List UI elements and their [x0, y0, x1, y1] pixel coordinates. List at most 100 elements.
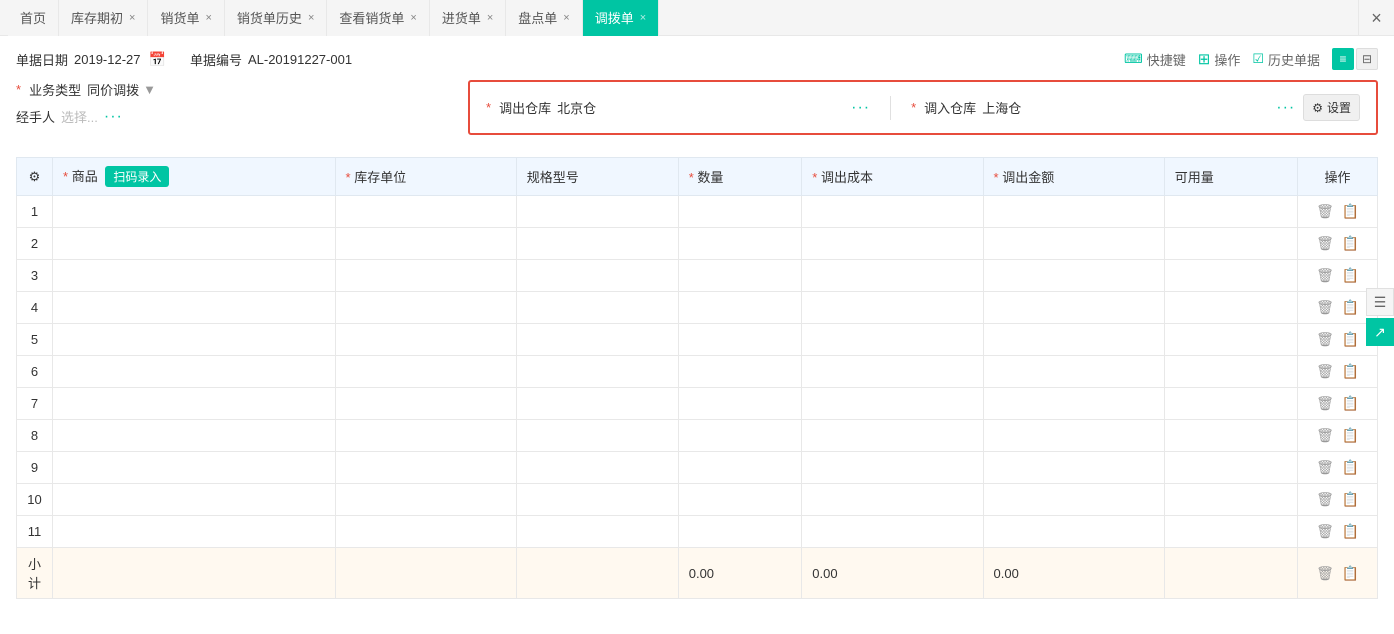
row-product-6[interactable]: [53, 356, 336, 388]
row-copy-icon-4[interactable]: 📋: [1341, 299, 1358, 315]
row-product-4[interactable]: [53, 292, 336, 324]
row-cost-11[interactable]: [802, 516, 983, 548]
person-more-button[interactable]: ···: [104, 108, 123, 126]
tab-transfer-close[interactable]: ×: [640, 12, 646, 24]
row-copy-icon-11[interactable]: 📋: [1341, 523, 1358, 539]
tab-transfer[interactable]: 调拨单 ×: [583, 0, 659, 36]
row-qty-1[interactable]: [678, 196, 802, 228]
row-qty-2[interactable]: [678, 228, 802, 260]
tab-purchase-close[interactable]: ×: [487, 12, 493, 24]
row-qty-8[interactable]: [678, 420, 802, 452]
row-delete-icon-1[interactable]: 🗑: [1316, 203, 1334, 219]
window-close-button[interactable]: ×: [1358, 0, 1394, 36]
row-delete-icon-6[interactable]: 🗑: [1316, 363, 1334, 379]
out-warehouse-more-button[interactable]: ···: [851, 99, 870, 117]
tab-sales-history[interactable]: 销货单历史 ×: [225, 0, 327, 36]
row-cost-2[interactable]: [802, 228, 983, 260]
float-expand-button[interactable]: ↗: [1366, 318, 1394, 346]
row-delete-icon-5[interactable]: 🗑: [1316, 331, 1334, 347]
row-product-1[interactable]: [53, 196, 336, 228]
in-warehouse-field: * 调入仓库 上海仓: [911, 98, 1268, 117]
row-spec-2: [516, 228, 678, 260]
operations-button[interactable]: ⊞ 操作: [1198, 50, 1241, 69]
row-product-2[interactable]: [53, 228, 336, 260]
row-product-10[interactable]: [53, 484, 336, 516]
tab-view-label: 查看销货单: [339, 8, 404, 27]
history-button[interactable]: ☑ 历史单据: [1252, 50, 1320, 69]
tab-inventory-close[interactable]: ×: [129, 12, 135, 24]
float-list-button[interactable]: ☰: [1366, 288, 1394, 316]
row-delete-icon-9[interactable]: 🗑: [1316, 459, 1334, 475]
row-delete-icon-3[interactable]: 🗑: [1316, 267, 1334, 283]
row-cost-7[interactable]: [802, 388, 983, 420]
row-delete-icon-10[interactable]: 🗑: [1316, 491, 1334, 507]
in-warehouse-more-button[interactable]: ···: [1276, 99, 1295, 117]
row-delete-icon-2[interactable]: 🗑: [1316, 235, 1334, 251]
row-copy-icon-3[interactable]: 📋: [1341, 267, 1358, 283]
row-copy-icon-6[interactable]: 📋: [1341, 363, 1358, 379]
row-copy-icon-1[interactable]: 📋: [1341, 203, 1358, 219]
tab-inventory-init[interactable]: 库存期初 ×: [59, 0, 148, 36]
row-delete-icon-11[interactable]: 🗑: [1316, 523, 1334, 539]
subtotal-copy-icon[interactable]: 📋: [1341, 565, 1358, 581]
shortcuts-button[interactable]: ⌨ 快捷键: [1124, 50, 1186, 69]
row-copy-icon-2[interactable]: 📋: [1341, 235, 1358, 251]
row-product-9[interactable]: [53, 452, 336, 484]
table-row: 10 🗑 📋: [17, 484, 1378, 516]
row-cost-1[interactable]: [802, 196, 983, 228]
settings-button[interactable]: ⚙ 设置: [1303, 94, 1360, 121]
row-copy-icon-5[interactable]: 📋: [1341, 331, 1358, 347]
tab-home[interactable]: 首页: [8, 0, 59, 36]
row-qty-11[interactable]: [678, 516, 802, 548]
tab-history-close[interactable]: ×: [308, 12, 314, 24]
row-copy-icon-9[interactable]: 📋: [1341, 459, 1358, 475]
row-cost-8[interactable]: [802, 420, 983, 452]
tab-sales-close[interactable]: ×: [205, 12, 211, 24]
biz-type-select[interactable]: 同价调拨 ▼: [87, 80, 156, 99]
row-product-3[interactable]: [53, 260, 336, 292]
col-spec-label: 规格型号: [527, 170, 579, 185]
row-cost-6[interactable]: [802, 356, 983, 388]
row-num-7: 7: [17, 388, 53, 420]
row-qty-7[interactable]: [678, 388, 802, 420]
row-cost-10[interactable]: [802, 484, 983, 516]
row-cost-3[interactable]: [802, 260, 983, 292]
calendar-icon[interactable]: 📅: [149, 51, 166, 68]
person-select[interactable]: 选择...: [61, 107, 98, 126]
row-product-7[interactable]: [53, 388, 336, 420]
row-copy-icon-10[interactable]: 📋: [1341, 491, 1358, 507]
tab-purchase[interactable]: 进货单 ×: [430, 0, 506, 36]
row-product-8[interactable]: [53, 420, 336, 452]
row-qty-3[interactable]: [678, 260, 802, 292]
tab-inventory-label: 库存期初: [71, 8, 123, 27]
row-qty-4[interactable]: [678, 292, 802, 324]
tab-sales-order[interactable]: 销货单 ×: [148, 0, 224, 36]
tab-stocktake[interactable]: 盘点单 ×: [506, 0, 582, 36]
row-qty-9[interactable]: [678, 452, 802, 484]
view-toggle-grid[interactable]: ⊟: [1356, 48, 1378, 70]
row-cost-4[interactable]: [802, 292, 983, 324]
list-icon: ≡: [1339, 52, 1346, 66]
tab-view-sales[interactable]: 查看销货单 ×: [327, 0, 429, 36]
tab-stocktake-close[interactable]: ×: [563, 12, 569, 24]
scan-button[interactable]: 扫码录入: [105, 166, 169, 187]
subtotal-delete-icon[interactable]: 🗑: [1316, 565, 1334, 581]
tab-view-close[interactable]: ×: [410, 12, 416, 24]
row-cost-9[interactable]: [802, 452, 983, 484]
row-delete-icon-4[interactable]: 🗑: [1316, 299, 1334, 315]
row-copy-icon-8[interactable]: 📋: [1341, 427, 1358, 443]
view-toggle-list[interactable]: ≡: [1332, 48, 1354, 70]
row-qty-10[interactable]: [678, 484, 802, 516]
table-row: 5 🗑 📋: [17, 324, 1378, 356]
row-cost-5[interactable]: [802, 324, 983, 356]
row-product-11[interactable]: [53, 516, 336, 548]
subtotal-unit: [335, 548, 516, 599]
row-delete-icon-8[interactable]: 🗑: [1316, 427, 1334, 443]
row-unit-1: [335, 196, 516, 228]
row-delete-icon-7[interactable]: 🗑: [1316, 395, 1334, 411]
row-copy-icon-7[interactable]: 📋: [1341, 395, 1358, 411]
row-product-5[interactable]: [53, 324, 336, 356]
gear-icon-th[interactable]: ⚙: [29, 169, 41, 184]
row-qty-6[interactable]: [678, 356, 802, 388]
row-qty-5[interactable]: [678, 324, 802, 356]
